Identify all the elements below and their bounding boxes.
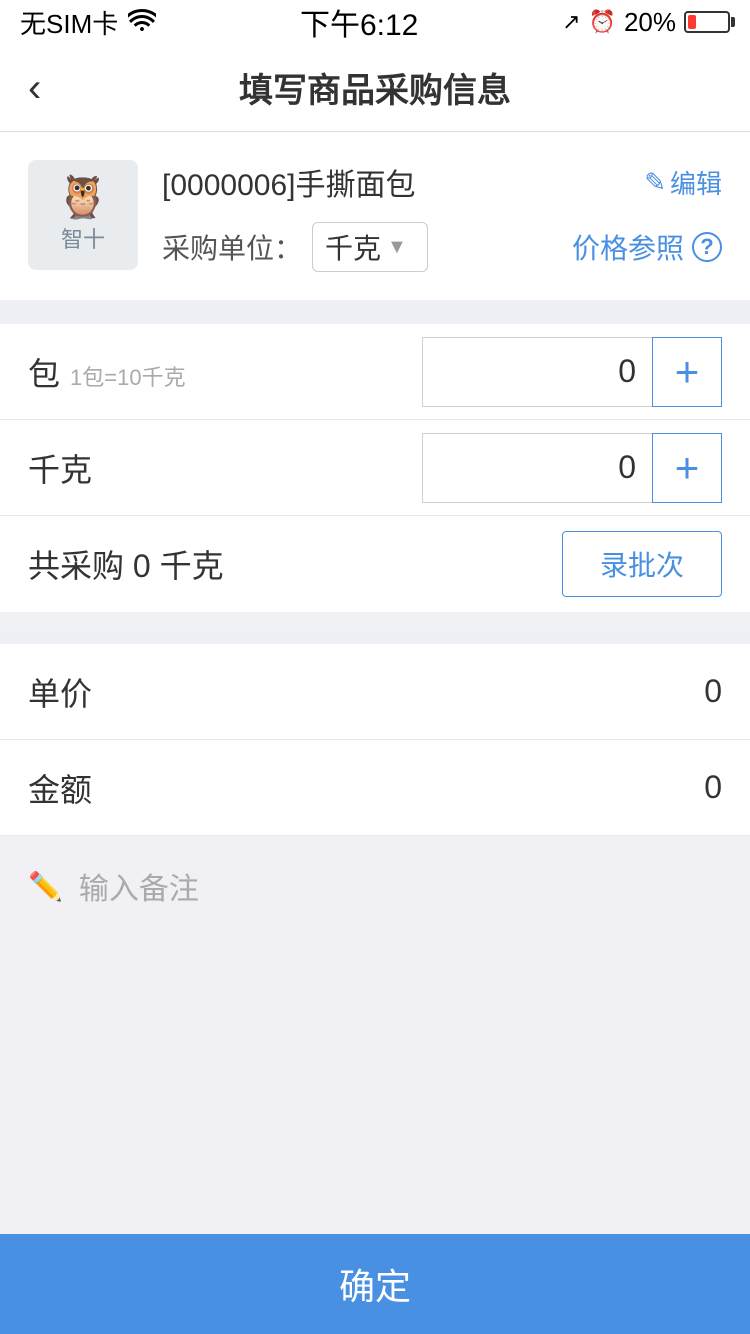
product-image: 🦉 智十 [28,160,138,270]
product-info-top: [0000006]手撕面包 ✎ 编辑 [162,160,722,204]
summary-label: 共采购 0 千克 [28,541,224,587]
product-title: 手撕面包 [295,169,415,202]
nav-bar: ‹ 填写商品采购信息 [0,44,750,132]
summary-amount: 0 [133,548,160,584]
remark-input[interactable]: 输入备注 [79,864,199,908]
bag-input-right: 0 + [422,337,722,407]
product-name: [0000006]手撕面包 [162,160,415,204]
unit-price-label: 单价 [28,669,92,715]
bag-input-field[interactable]: 0 [422,337,652,407]
edit-label: 编辑 [670,164,722,201]
kg-input-right: 0 + [422,433,722,503]
summary-unit: 千克 [160,548,224,584]
back-button[interactable]: ‹ [28,68,41,108]
status-bar: 无SIM卡 下午6:12 ↗ ⏰ 20% [0,0,750,44]
alarm-icon: ⏰ [589,9,616,35]
carrier-label: 无SIM卡 [20,4,118,41]
price-ref-info-icon: ? [692,232,722,262]
product-image-text: 智十 [61,222,105,254]
batch-button[interactable]: 录批次 [562,531,722,597]
product-info-bottom: 采购单位： 千克 ▼ 价格参照 ? [162,222,722,272]
edit-icon: ✎ [644,167,666,198]
price-ref-button[interactable]: 价格参照 ? [572,227,722,267]
status-time: 下午6:12 [300,0,418,44]
section-divider-1 [0,308,750,324]
bag-plus-button[interactable]: + [652,337,722,407]
unit-label: 采购单位： 千克 ▼ [162,222,428,272]
summary-prefix: 共采购 [28,548,133,584]
bag-label: 包 1包=10千克 [28,349,186,395]
status-right: ↗ ⏰ 20% [562,7,730,38]
kg-input-field[interactable]: 0 [422,433,652,503]
amount-value: 0 [704,769,722,806]
product-image-owl: 🦉 [57,176,109,218]
bag-input-row: 包 1包=10千克 0 + [0,324,750,420]
bag-value: 0 [618,353,636,390]
price-section: 单价 0 金额 0 [0,628,750,836]
kg-plus-button[interactable]: + [652,433,722,503]
unit-price-value: 0 [704,673,722,710]
product-card: 🦉 智十 [0000006]手撕面包 ✎ 编辑 采购单位： 千克 ▼ 价格参照 [0,132,750,308]
unit-price-row: 单价 0 [0,644,750,740]
remark-section[interactable]: ✏️ 输入备注 [0,836,750,936]
kg-value: 0 [618,449,636,486]
input-section: 包 1包=10千克 0 + 千克 0 + 共采购 0 千克 录批次 [0,324,750,612]
kg-label: 千克 [28,445,92,491]
kg-label-text: 千克 [28,445,92,491]
unit-select[interactable]: 千克 ▼ [312,222,428,272]
amount-label: 金额 [28,765,92,811]
remark-icon: ✏️ [28,870,63,903]
page-title: 填写商品采购信息 [239,63,511,112]
product-info: [0000006]手撕面包 ✎ 编辑 采购单位： 千克 ▼ 价格参照 ? [162,160,722,272]
unit-value: 千克 [325,227,381,267]
unit-prefix: 采购单位： [162,227,302,267]
amount-row: 金额 0 [0,740,750,836]
unit-dropdown-arrow: ▼ [387,236,407,259]
bag-sub-label: 1包=10千克 [70,360,186,392]
bag-label-text: 包 [28,349,60,395]
price-ref-label: 价格参照 [572,227,684,267]
location-icon: ↗ [562,9,580,35]
wifi-icon [128,7,156,38]
edit-button[interactable]: ✎ 编辑 [644,164,722,201]
section-divider-2 [0,628,750,644]
bottom-area [0,936,750,1236]
confirm-button[interactable]: 确定 [0,1234,750,1334]
battery-icon [684,11,730,33]
status-left: 无SIM卡 [20,4,156,41]
summary-row: 共采购 0 千克 录批次 [0,516,750,612]
product-id: [0000006] [162,169,295,202]
kg-input-row: 千克 0 + [0,420,750,516]
battery-percent: 20% [624,7,676,38]
